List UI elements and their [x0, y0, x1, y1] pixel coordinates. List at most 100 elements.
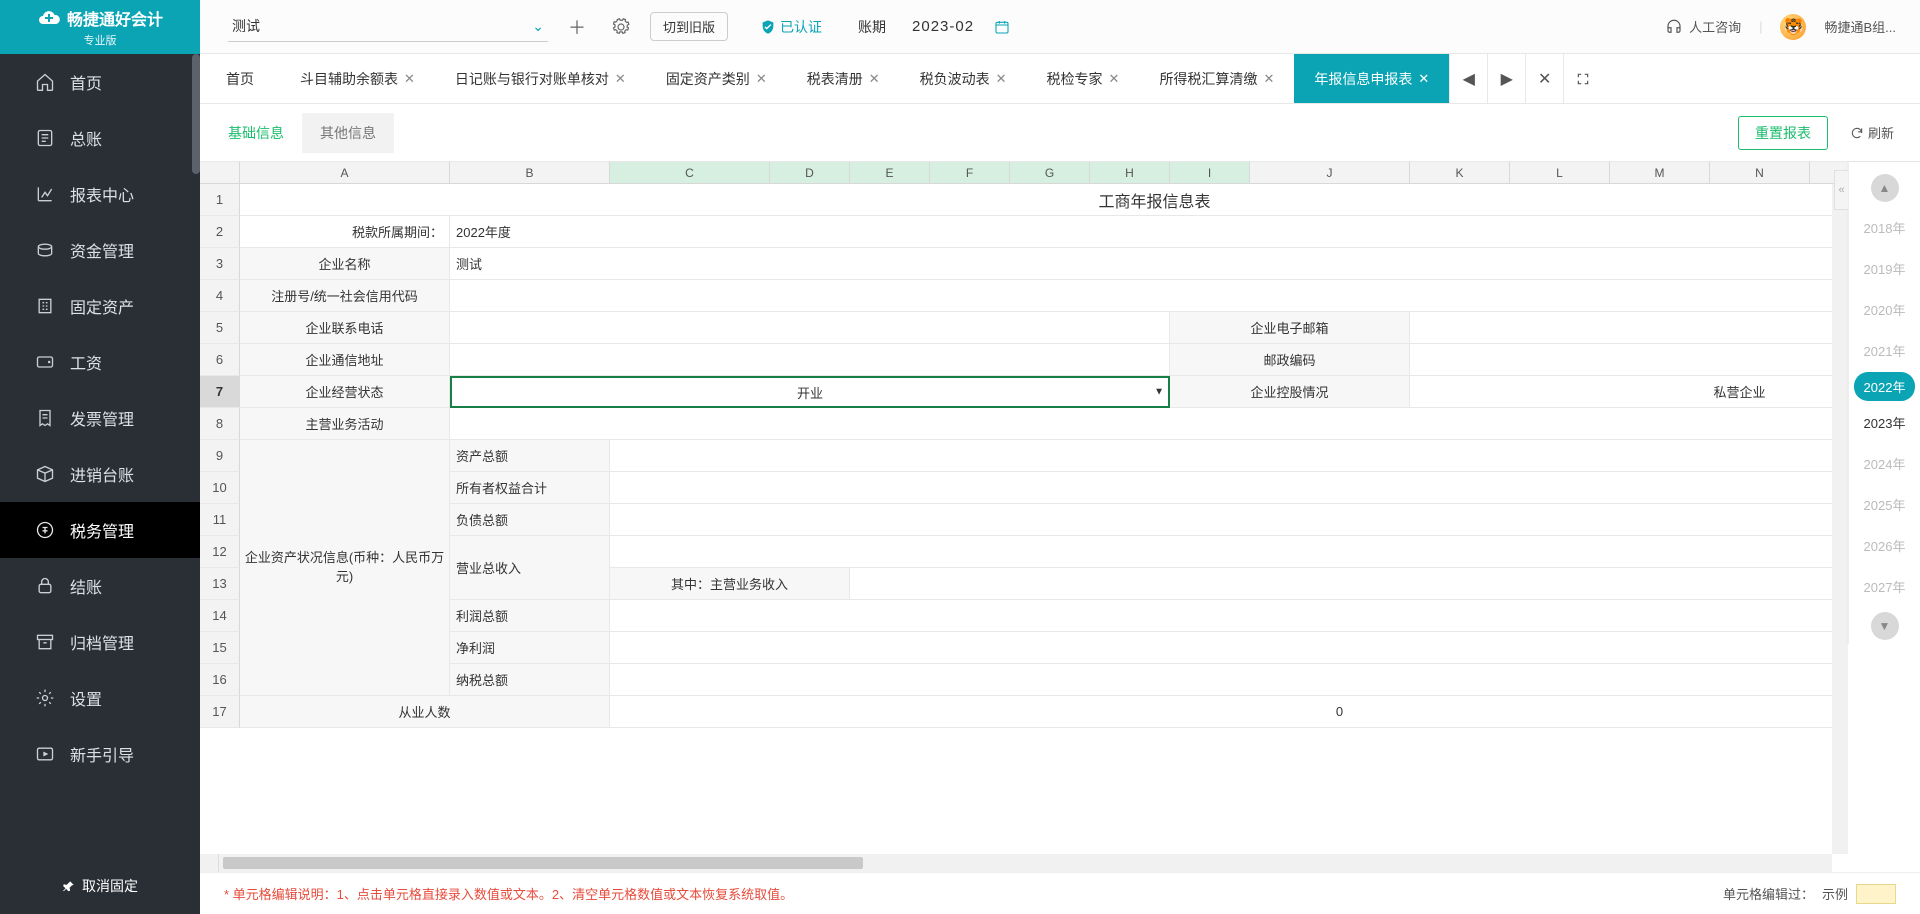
row-header[interactable]: 13 [200, 568, 240, 600]
close-icon[interactable]: ✕ [1418, 71, 1429, 87]
col-header[interactable]: M [1610, 162, 1710, 184]
row-header[interactable]: 6 [200, 344, 240, 376]
refresh-button[interactable]: 刷新 [1850, 123, 1894, 142]
sidebar-item-invoice[interactable]: 发票管理 [0, 390, 200, 446]
logo[interactable]: 畅捷通好会计 专业版 [0, 0, 200, 54]
tab-balance[interactable]: 斗目辅助余额表✕ [280, 54, 435, 103]
row-header[interactable]: 7 [200, 376, 240, 408]
year-option[interactable]: 2026年 [1864, 526, 1906, 565]
sidebar-item-salary[interactable]: 工资 [0, 334, 200, 390]
year-option[interactable]: 2024年 [1864, 444, 1906, 483]
sidebar-item-closing[interactable]: 结账 [0, 558, 200, 614]
tabs-close-button[interactable]: ✕ [1525, 54, 1563, 103]
col-header[interactable]: I [1170, 162, 1250, 184]
row-header[interactable]: 10 [200, 472, 240, 504]
tabs-fullscreen-button[interactable] [1563, 54, 1601, 103]
cell-reg-no-value[interactable] [450, 280, 1848, 312]
cell-headcount-value[interactable]: 0 [610, 696, 1848, 728]
sidebar-item-tax[interactable]: 税务管理 [0, 502, 200, 558]
year-option-active[interactable]: 2022年 [1854, 372, 1916, 401]
row-header[interactable]: 4 [200, 280, 240, 312]
subtab-other[interactable]: 其他信息 [302, 113, 394, 153]
col-header[interactable]: G [1010, 162, 1090, 184]
close-icon[interactable]: ✕ [404, 71, 415, 87]
tab-bank-recon[interactable]: 日记账与银行对账单核对✕ [435, 54, 646, 103]
col-header[interactable]: A [240, 162, 450, 184]
year-option[interactable]: 2020年 [1864, 290, 1906, 329]
row-header[interactable]: 15 [200, 632, 240, 664]
cell-liabilities-value[interactable] [610, 504, 1848, 536]
year-option[interactable]: 2027年 [1864, 567, 1906, 606]
col-header[interactable]: E [850, 162, 930, 184]
cell-period-value[interactable]: 2022年度 [450, 216, 1848, 248]
sidebar-item-funds[interactable]: 资金管理 [0, 222, 200, 278]
year-option[interactable]: 2018年 [1864, 208, 1906, 247]
sheet-scrollbar-vertical[interactable] [1832, 184, 1848, 854]
row-header[interactable]: 1 [200, 184, 240, 216]
close-icon[interactable]: ✕ [1263, 71, 1274, 87]
year-option[interactable]: 2025年 [1864, 485, 1906, 524]
tab-annual-report[interactable]: 年报信息申报表✕ [1294, 54, 1449, 103]
calendar-icon[interactable] [994, 19, 1010, 35]
col-header[interactable]: F [930, 162, 1010, 184]
sidebar-item-settings[interactable]: 设置 [0, 670, 200, 726]
user-name[interactable]: 畅捷通B组... [1824, 17, 1896, 36]
cell-phone-value[interactable] [450, 312, 1170, 344]
row-header[interactable]: 9 [200, 440, 240, 472]
select-all-corner[interactable] [200, 162, 240, 184]
close-icon[interactable]: ✕ [869, 71, 880, 87]
close-icon[interactable]: ✕ [756, 71, 767, 87]
row-header[interactable]: 3 [200, 248, 240, 280]
tab-tax-fluctuation[interactable]: 税负波动表✕ [900, 54, 1027, 103]
cell-email-value[interactable] [1410, 312, 1848, 344]
reset-report-button[interactable]: 重置报表 [1738, 116, 1828, 150]
year-up-button[interactable]: ▲ [1871, 174, 1899, 202]
sidebar-item-archive[interactable]: 归档管理 [0, 614, 200, 670]
col-header[interactable]: H [1090, 162, 1170, 184]
cell-addr-value[interactable] [450, 344, 1170, 376]
sidebar-item-guide[interactable]: 新手引导 [0, 726, 200, 782]
tab-asset-category[interactable]: 固定资产类别✕ [646, 54, 787, 103]
unpin-button[interactable]: 取消固定 [0, 868, 200, 904]
year-option[interactable]: 2021年 [1864, 331, 1906, 370]
row-header[interactable]: 12 [200, 536, 240, 568]
sheet-scrollbar-horizontal[interactable] [200, 854, 1832, 872]
cell-profit-total-value[interactable] [610, 600, 1848, 632]
tab-tax-forms[interactable]: 税表清册✕ [787, 54, 900, 103]
year-down-button[interactable]: ▼ [1871, 612, 1899, 640]
sidebar-item-reports[interactable]: 报表中心 [0, 166, 200, 222]
col-header[interactable]: N [1710, 162, 1810, 184]
settings-icon[interactable] [606, 12, 636, 42]
sidebar-item-home[interactable]: 首页 [0, 54, 200, 110]
add-company-button[interactable]: ＋ [562, 12, 592, 42]
close-icon[interactable]: ✕ [1109, 71, 1120, 87]
cell-owners-equity-value[interactable] [610, 472, 1848, 504]
sidebar-item-assets[interactable]: 固定资产 [0, 278, 200, 334]
cell-tax-total-value[interactable] [610, 664, 1848, 696]
sidebar-item-ledger[interactable]: 总账 [0, 110, 200, 166]
row-header[interactable]: 11 [200, 504, 240, 536]
tabs-prev-button[interactable]: ◀ [1449, 54, 1487, 103]
cell-holding-value[interactable]: 私营企业 [1410, 376, 1848, 408]
row-header[interactable]: 2 [200, 216, 240, 248]
col-header[interactable]: K [1410, 162, 1510, 184]
row-header[interactable]: 8 [200, 408, 240, 440]
cell-main-income-value[interactable] [850, 568, 1848, 600]
col-header[interactable]: C [610, 162, 770, 184]
col-header[interactable]: B [450, 162, 610, 184]
sidebar-scrollbar[interactable] [192, 54, 200, 174]
col-header[interactable]: J [1250, 162, 1410, 184]
close-icon[interactable]: ✕ [996, 71, 1007, 87]
consult-button[interactable]: 人工咨询 [1665, 17, 1741, 36]
cell-net-profit-value[interactable] [610, 632, 1848, 664]
sidebar-item-inventory[interactable]: 进销台账 [0, 446, 200, 502]
tab-income-tax[interactable]: 所得税汇算清缴✕ [1139, 54, 1294, 103]
year-rail-collapse-button[interactable]: « [1834, 170, 1848, 210]
close-icon[interactable]: ✕ [615, 71, 626, 87]
tab-home[interactable]: 首页 [200, 54, 280, 103]
year-option[interactable]: 2019年 [1864, 249, 1906, 288]
cell-company-name-value[interactable]: 测试 [450, 248, 1848, 280]
year-option[interactable]: 2023年 [1864, 403, 1906, 442]
cell-op-income-value[interactable] [610, 536, 1848, 568]
row-header[interactable]: 14 [200, 600, 240, 632]
